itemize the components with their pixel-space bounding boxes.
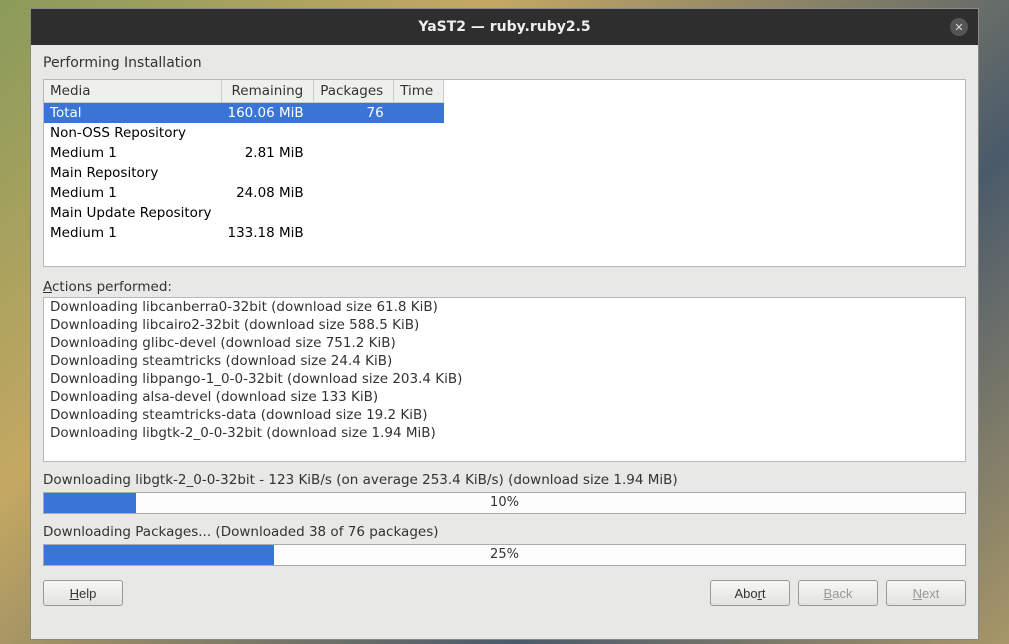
table-cell xyxy=(394,163,444,183)
help-button[interactable]: Help xyxy=(43,580,123,606)
table-cell: 24.08 MiB xyxy=(222,183,314,203)
window-title: YaST2 — ruby.ruby2.5 xyxy=(418,19,590,35)
table-cell: 2.81 MiB xyxy=(222,143,314,163)
table-cell xyxy=(314,143,394,163)
table-header-row: Media Remaining Packages Time xyxy=(44,80,444,103)
table-cell: Total xyxy=(44,103,222,124)
progress2-bar: 25% xyxy=(43,544,966,566)
table-cell xyxy=(222,203,314,223)
log-line: Downloading libcairo2-32bit (download si… xyxy=(44,316,965,334)
log-line: Downloading glibc-devel (download size 7… xyxy=(44,334,965,352)
table-cell: 160.06 MiB xyxy=(222,103,314,124)
table-row[interactable]: Non-OSS Repository xyxy=(44,123,444,143)
log-line: Downloading alsa-devel (download size 13… xyxy=(44,388,965,406)
table-cell xyxy=(314,203,394,223)
table-cell xyxy=(314,123,394,143)
content-area: Performing Installation Media Remaining … xyxy=(31,45,978,639)
back-button: Back xyxy=(798,580,878,606)
close-icon[interactable]: ✕ xyxy=(950,18,968,36)
col-packages[interactable]: Packages xyxy=(314,80,394,103)
table-cell xyxy=(394,223,444,243)
table-cell: Medium 1 xyxy=(44,183,222,203)
table-cell: Medium 1 xyxy=(44,143,222,163)
table-cell xyxy=(394,123,444,143)
log-line: Downloading libpango-1_0-0-32bit (downlo… xyxy=(44,370,965,388)
yast-window: YaST2 — ruby.ruby2.5 ✕ Performing Instal… xyxy=(30,8,979,640)
table-cell xyxy=(314,163,394,183)
table-row[interactable]: Main Update Repository xyxy=(44,203,444,223)
media-table[interactable]: Media Remaining Packages Time Total160.0… xyxy=(43,79,966,267)
progress1-bar: 10% xyxy=(43,492,966,514)
progress1-label: Downloading libgtk-2_0-0-32bit - 123 KiB… xyxy=(43,472,966,488)
table-cell xyxy=(222,163,314,183)
table-row[interactable]: Medium 124.08 MiB xyxy=(44,183,444,203)
table-cell: 76 xyxy=(314,103,394,124)
log-line: Downloading steamtricks (download size 2… xyxy=(44,352,965,370)
table-row[interactable]: Medium 12.81 MiB xyxy=(44,143,444,163)
page-title: Performing Installation xyxy=(43,55,966,71)
table-cell xyxy=(394,103,444,124)
log-line: Downloading libcanberra0-32bit (download… xyxy=(44,298,965,316)
table-cell xyxy=(394,203,444,223)
progress2-label: Downloading Packages... (Downloaded 38 o… xyxy=(43,524,966,540)
table-cell xyxy=(314,183,394,203)
table-row[interactable]: Main Repository xyxy=(44,163,444,183)
table-cell: Main Repository xyxy=(44,163,222,183)
table-cell xyxy=(394,183,444,203)
table-cell xyxy=(222,123,314,143)
log-line: Downloading libgtk-2_0-0-32bit (download… xyxy=(44,424,965,442)
log-line: Downloading steamtricks-data (download s… xyxy=(44,406,965,424)
table-cell: Non-OSS Repository xyxy=(44,123,222,143)
progress1-text: 10% xyxy=(44,495,965,510)
table-cell: 133.18 MiB xyxy=(222,223,314,243)
col-media[interactable]: Media xyxy=(44,80,222,103)
table-row[interactable]: Medium 1133.18 MiB xyxy=(44,223,444,243)
abort-button[interactable]: Abort xyxy=(710,580,790,606)
actions-label: Actions performed: xyxy=(43,279,966,295)
next-button: Next xyxy=(886,580,966,606)
table-cell: Main Update Repository xyxy=(44,203,222,223)
col-time[interactable]: Time xyxy=(394,80,444,103)
col-remaining[interactable]: Remaining xyxy=(222,80,314,103)
progress2-text: 25% xyxy=(44,547,965,562)
table-cell xyxy=(394,143,444,163)
titlebar: YaST2 — ruby.ruby2.5 ✕ xyxy=(31,9,978,45)
footer: Help Abort Back Next xyxy=(43,576,966,606)
table-row[interactable]: Total160.06 MiB76 xyxy=(44,103,444,124)
table-cell: Medium 1 xyxy=(44,223,222,243)
actions-log[interactable]: Downloading libcanberra0-32bit (download… xyxy=(43,297,966,462)
table-cell xyxy=(314,223,394,243)
button-group: Abort Back Next xyxy=(710,580,966,606)
